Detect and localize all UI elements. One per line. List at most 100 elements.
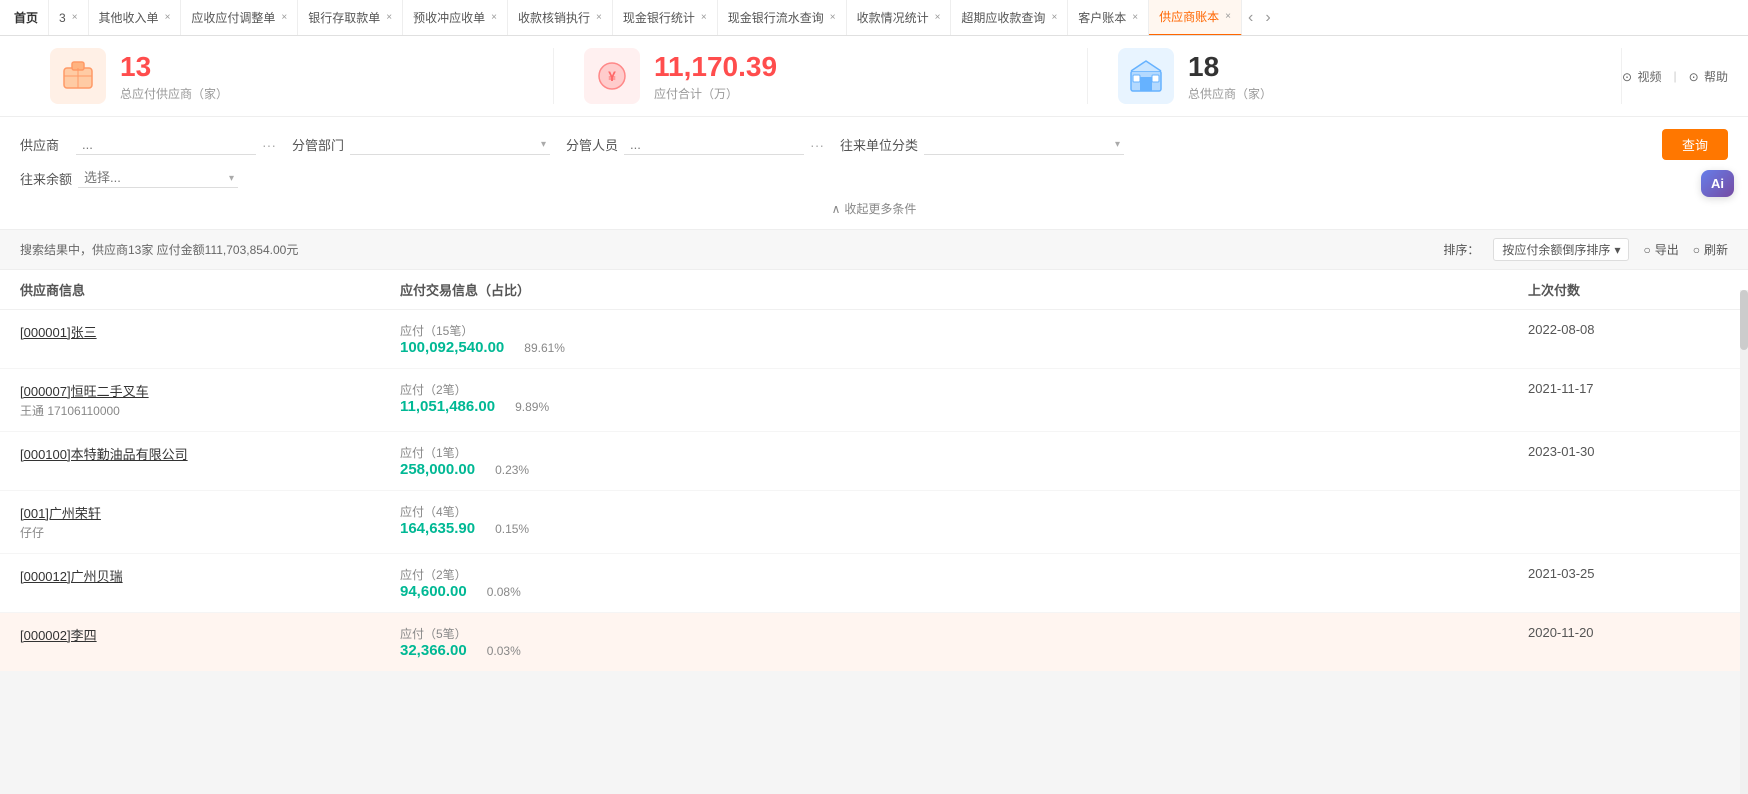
supplier-more-icon[interactable]: ··· bbox=[262, 137, 276, 153]
filter-row-1: 供应商 ··· 分管部门 ▾ 分管人员 ··· 往来单位分类 ▾ 查询 bbox=[20, 129, 1728, 160]
nav-tab-advance-collect[interactable]: 预收冲应收单 × bbox=[403, 0, 508, 36]
supplier-link[interactable]: [000012]广州贝瑞 bbox=[20, 566, 400, 585]
nav-tab-other-income[interactable]: 其他收入单 × bbox=[89, 0, 182, 36]
chevron-up-icon: ∧ bbox=[832, 202, 841, 216]
nav-tab-collect-exec[interactable]: 收款核销执行 × bbox=[508, 0, 613, 36]
supplier-link[interactable]: [000007]恒旺二手叉车 bbox=[20, 381, 400, 400]
video-circle-icon: ⊙ bbox=[1622, 70, 1632, 84]
close-icon[interactable]: × bbox=[935, 12, 941, 23]
nav-tab-overdue-label: 超期应收款查询 bbox=[961, 9, 1045, 26]
filter-dept: 分管部门 ▾ bbox=[292, 135, 550, 155]
trade-row: 32,366.00 0.03% bbox=[400, 642, 1528, 659]
table-row: [000100]本特勤油品有限公司 应付（1笔） 258,000.00 0.23… bbox=[0, 432, 1748, 491]
help-link[interactable]: ⊙ 帮助 bbox=[1689, 68, 1728, 85]
trade-info: 应付（5笔） 32,366.00 0.03% bbox=[400, 625, 1528, 659]
nav-tab-collect-stat[interactable]: 收款情况统计 × bbox=[847, 0, 952, 36]
nav-tab-cash-bank-stat[interactable]: 现金银行统计 × bbox=[613, 0, 718, 36]
trade-info: 应付（1笔） 258,000.00 0.23% bbox=[400, 444, 1528, 478]
nav-next-arrow[interactable]: › bbox=[1259, 0, 1276, 36]
sort-chevron-icon: ▾ bbox=[1614, 243, 1620, 257]
result-summary-text: 搜索结果中，供应商13家 应付金额111,703,854.00元 bbox=[20, 241, 298, 258]
collapse-button[interactable]: ∧ 收起更多条件 bbox=[832, 196, 917, 221]
scrollbar-thumb[interactable] bbox=[1740, 290, 1748, 350]
dept-input[interactable] bbox=[350, 135, 550, 155]
ai-assistant-button[interactable]: Ai bbox=[1701, 170, 1734, 197]
trade-amount[interactable]: 164,635.90 bbox=[400, 520, 475, 537]
trade-percent: 0.08% bbox=[487, 585, 521, 599]
trade-label: 应付（1笔） bbox=[400, 444, 1528, 461]
trade-amount[interactable]: 94,600.00 bbox=[400, 583, 467, 600]
total-supplier-count: 18 bbox=[1188, 50, 1272, 84]
balance-input[interactable] bbox=[78, 168, 238, 188]
person-more-icon[interactable]: ··· bbox=[810, 137, 824, 153]
supplier-info: [000012]广州贝瑞 bbox=[20, 566, 400, 585]
filter-person: 分管人员 ··· bbox=[566, 135, 824, 155]
close-icon[interactable]: × bbox=[1132, 12, 1138, 23]
supplier-sub: 王通 17106110000 bbox=[20, 402, 400, 419]
table-row: [000002]李四 应付（5笔） 32,366.00 0.03% 2020-1… bbox=[0, 613, 1748, 672]
supplier-link[interactable]: [000100]本特勤油品有限公司 bbox=[20, 444, 400, 463]
trade-percent: 0.03% bbox=[487, 644, 521, 658]
person-input[interactable] bbox=[624, 135, 804, 155]
trade-amount[interactable]: 11,051,486.00 bbox=[400, 398, 495, 415]
close-icon[interactable]: × bbox=[1051, 12, 1057, 23]
nav-prev-arrow[interactable]: ‹ bbox=[1242, 0, 1259, 36]
payable-supplier-count: 13 bbox=[120, 50, 228, 84]
nav-tab-cash-flow[interactable]: 现金银行流水查询 × bbox=[718, 0, 847, 36]
table-row: [000007]恒旺二手叉车 王通 17106110000 应付（2笔） 11,… bbox=[0, 369, 1748, 432]
close-icon[interactable]: × bbox=[165, 12, 171, 23]
trade-amount[interactable]: 32,366.00 bbox=[400, 642, 467, 659]
balance-select-wrap: ▾ bbox=[78, 168, 238, 188]
category-select-wrap: ▾ bbox=[924, 135, 1124, 155]
close-icon[interactable]: × bbox=[281, 12, 287, 23]
trade-amount[interactable]: 100,092,540.00 bbox=[400, 339, 504, 356]
filter-area: 供应商 ··· 分管部门 ▾ 分管人员 ··· 往来单位分类 ▾ 查询 bbox=[0, 117, 1748, 230]
scrollbar-track bbox=[1740, 290, 1748, 794]
export-button[interactable]: ○ 导出 bbox=[1643, 241, 1678, 258]
supplier-link[interactable]: [001]广州荣轩 bbox=[20, 503, 400, 522]
trade-percent: 89.61% bbox=[524, 341, 565, 355]
nav-tab-3[interactable]: 3 × bbox=[49, 0, 89, 36]
nav-tab-home-label: 首页 bbox=[14, 9, 38, 26]
close-icon[interactable]: × bbox=[491, 12, 497, 23]
supplier-input[interactable] bbox=[76, 135, 256, 155]
query-button[interactable]: 查询 bbox=[1662, 129, 1728, 160]
nav-tab-overdue[interactable]: 超期应收款查询 × bbox=[951, 0, 1068, 36]
supplier-link[interactable]: [000002]李四 bbox=[20, 625, 400, 644]
trade-row: 164,635.90 0.15% bbox=[400, 520, 1528, 537]
last-pay-date: 2021-11-17 bbox=[1528, 381, 1594, 396]
nav-tab-supplier-ledger-label: 供应商账本 bbox=[1159, 8, 1219, 25]
supplier-filter-label: 供应商 bbox=[20, 135, 70, 154]
last-pay-date: 2021-03-25 bbox=[1528, 566, 1595, 581]
nav-tab-home[interactable]: 首页 bbox=[4, 0, 49, 36]
nav-tab-supplier-ledger[interactable]: 供应商账本 × bbox=[1149, 0, 1242, 36]
close-icon[interactable]: × bbox=[596, 12, 602, 23]
supplier-icon bbox=[50, 48, 106, 104]
category-input[interactable] bbox=[924, 135, 1124, 155]
nav-tab-adjustment[interactable]: 应收应付调整单 × bbox=[181, 0, 298, 36]
refresh-button[interactable]: ○ 刷新 bbox=[1693, 241, 1728, 258]
video-link[interactable]: ⊙ 视频 bbox=[1622, 68, 1661, 85]
close-icon[interactable]: × bbox=[72, 12, 78, 23]
supplier-info: [000002]李四 bbox=[20, 625, 400, 644]
trade-row: 94,600.00 0.08% bbox=[400, 583, 1528, 600]
nav-tab-advance-collect-label: 预收冲应收单 bbox=[413, 9, 485, 26]
sort-select[interactable]: 按应付余额倒序排序 ▾ bbox=[1493, 238, 1629, 261]
sort-label: 排序： bbox=[1443, 241, 1479, 258]
close-icon[interactable]: × bbox=[1225, 11, 1231, 22]
last-pay: 2021-03-25 bbox=[1528, 566, 1728, 581]
nav-tab-customer-ledger[interactable]: 客户账本 × bbox=[1068, 0, 1149, 36]
trade-row: 100,092,540.00 89.61% bbox=[400, 339, 1528, 356]
close-icon[interactable]: × bbox=[386, 12, 392, 23]
supplier-link[interactable]: [000001]张三 bbox=[20, 322, 400, 341]
supplier-info: [000007]恒旺二手叉车 王通 17106110000 bbox=[20, 381, 400, 419]
header-supplier: 供应商信息 bbox=[20, 280, 400, 299]
trade-info: 应付（4笔） 164,635.90 0.15% bbox=[400, 503, 1528, 537]
trade-amount[interactable]: 258,000.00 bbox=[400, 461, 475, 478]
close-icon[interactable]: × bbox=[701, 12, 707, 23]
close-icon[interactable]: × bbox=[830, 12, 836, 23]
trade-row: 258,000.00 0.23% bbox=[400, 461, 1528, 478]
nav-tab-customer-ledger-label: 客户账本 bbox=[1078, 9, 1126, 26]
nav-tab-bank-deposit[interactable]: 银行存取款单 × bbox=[298, 0, 403, 36]
trade-percent: 0.15% bbox=[495, 522, 529, 536]
